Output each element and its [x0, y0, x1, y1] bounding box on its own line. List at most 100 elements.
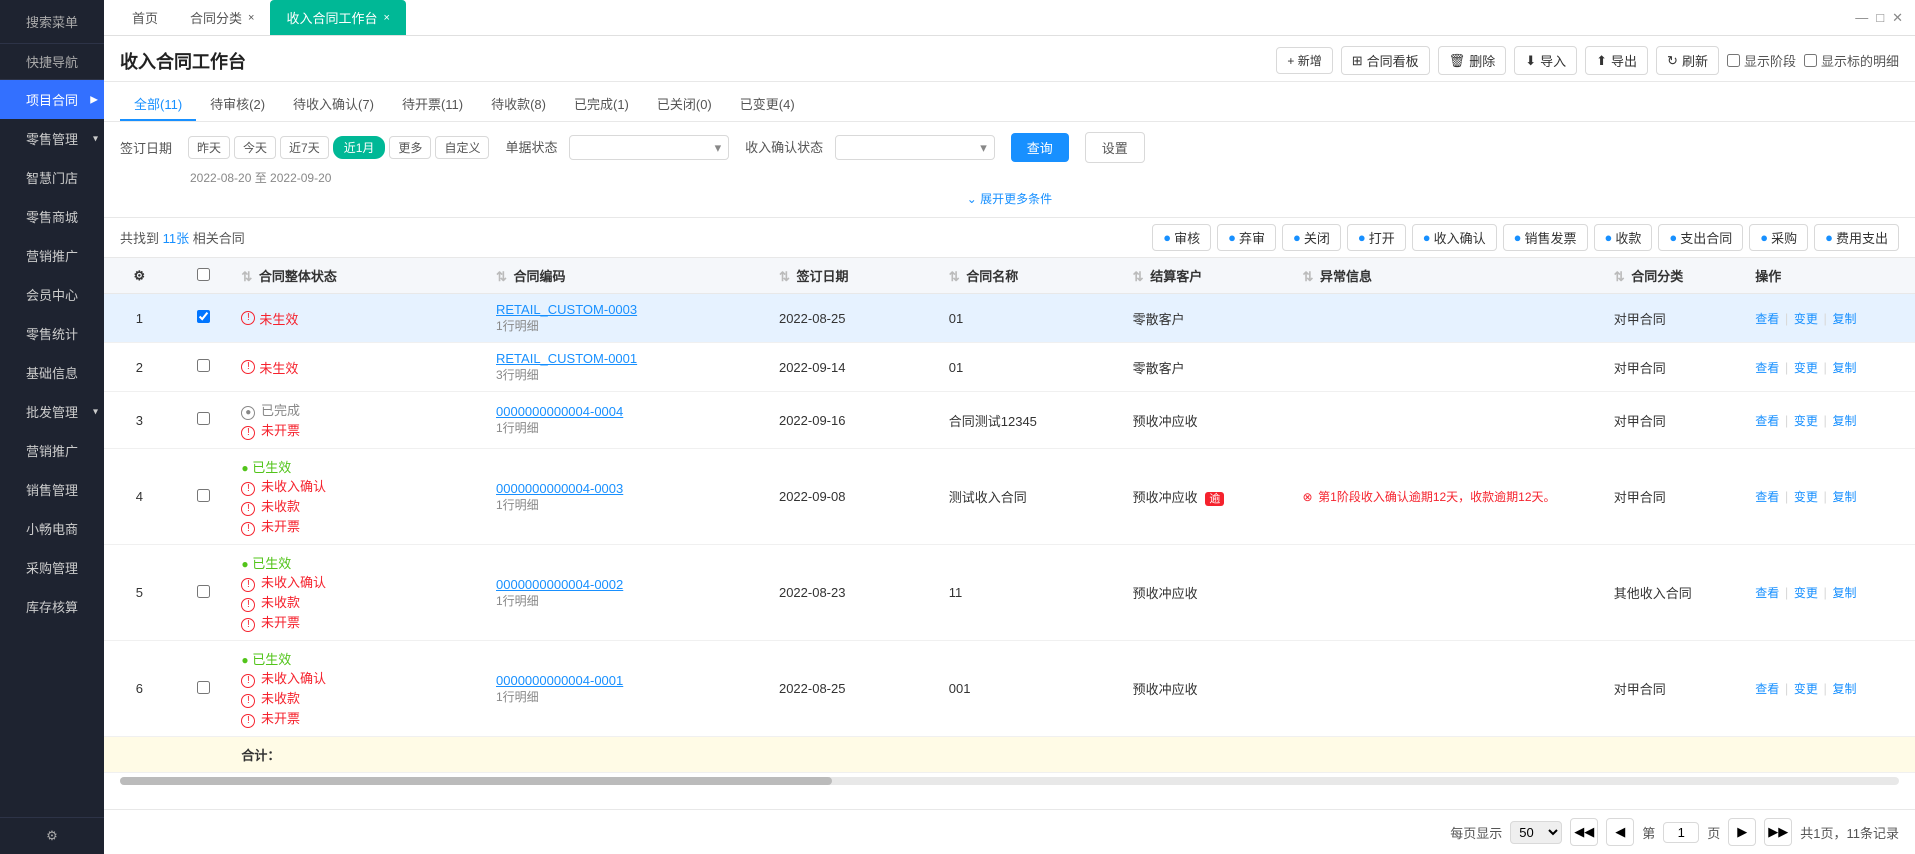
sidebar-item-member[interactable]: 会员中心 [0, 275, 104, 314]
expense-button[interactable]: ● 费用支出 [1814, 224, 1899, 251]
maximize-button[interactable]: □ [1876, 10, 1884, 26]
minimize-button[interactable]: — [1855, 10, 1868, 26]
doc-status-select[interactable] [569, 135, 729, 160]
sidebar-item-mkt2[interactable]: 营销推广 [0, 431, 104, 470]
sidebar-item-purchase[interactable]: 采购管理 [0, 548, 104, 587]
sidebar-item-retail[interactable]: 零售管理 ▾ [0, 119, 104, 158]
filter-tab-completed[interactable]: 已完成(1) [560, 88, 643, 121]
filter-tab-all[interactable]: 全部(11) [120, 88, 196, 121]
setting-button[interactable]: 设置 [1085, 132, 1145, 163]
view-link[interactable]: 查看 [1755, 312, 1779, 326]
page-number-input[interactable] [1663, 822, 1699, 843]
view-link[interactable]: 查看 [1755, 361, 1779, 375]
sidebar-item-stats[interactable]: 零售统计 [0, 314, 104, 353]
contract-code-link[interactable]: RETAIL_CUSTOM-0001 [496, 351, 637, 366]
contract-code-link[interactable]: 0000000000004-0002 [496, 577, 623, 592]
show-details-checkbox[interactable]: 显示标的明细 [1804, 51, 1899, 70]
scrollbar-thumb[interactable] [120, 777, 832, 785]
delete-button[interactable]: 🗑 删除 [1438, 46, 1507, 75]
row-checkbox[interactable] [175, 545, 232, 641]
edit-link[interactable]: 变更 [1794, 414, 1818, 428]
search-button[interactable]: 查询 [1011, 133, 1069, 162]
export-button[interactable]: ⬆ 导出 [1585, 46, 1648, 75]
contract-code-link[interactable]: RETAIL_CUSTOM-0003 [496, 302, 637, 317]
contract-board-button[interactable]: ⊞ 合同看板 [1341, 46, 1430, 75]
filter-tab-pending-invoice[interactable]: 待开票(11) [388, 88, 477, 121]
view-link[interactable]: 查看 [1755, 586, 1779, 600]
today-btn[interactable]: 今天 [234, 136, 276, 159]
income-confirm-button[interactable]: ● 收入确认 [1412, 224, 1497, 251]
row-checkbox[interactable] [175, 294, 232, 343]
row-checkbox[interactable] [175, 641, 232, 737]
expenditure-button[interactable]: ● 支出合同 [1658, 224, 1743, 251]
custom-btn[interactable]: 自定义 [435, 136, 489, 159]
view-link[interactable]: 查看 [1755, 414, 1779, 428]
tab-contract-category[interactable]: 合同分类 × [174, 0, 270, 35]
sidebar-item-basic[interactable]: 基础信息 [0, 353, 104, 392]
abandon-button[interactable]: ● 弃审 [1217, 224, 1276, 251]
edit-link[interactable]: 变更 [1794, 586, 1818, 600]
edit-link[interactable]: 变更 [1794, 490, 1818, 504]
sidebar-item-sales[interactable]: 销售管理 [0, 470, 104, 509]
copy-link[interactable]: 复制 [1833, 312, 1857, 326]
close-icon[interactable]: × [248, 12, 254, 24]
sidebar-item-wholesale[interactable]: 批发管理 ▾ [0, 392, 104, 431]
prev-page-button[interactable]: ◀ [1606, 818, 1634, 846]
filter-tab-pending-confirm[interactable]: 待收入确认(7) [279, 88, 388, 121]
close-contract-button[interactable]: ● 关闭 [1282, 224, 1341, 251]
sidebar-item-smart-store[interactable]: 智慧门店 [0, 158, 104, 197]
filter-tab-pending-payment[interactable]: 待收款(8) [477, 88, 560, 121]
copy-link[interactable]: 复制 [1833, 361, 1857, 375]
filter-tab-closed[interactable]: 已关闭(0) [643, 88, 726, 121]
contract-code-link[interactable]: 0000000000004-0003 [496, 481, 623, 496]
contract-code-link[interactable]: 0000000000004-0001 [496, 673, 623, 688]
close-icon[interactable]: × [383, 12, 389, 24]
row-checkbox[interactable] [175, 392, 232, 449]
edit-link[interactable]: 变更 [1794, 682, 1818, 696]
view-link[interactable]: 查看 [1755, 682, 1779, 696]
sidebar-nav[interactable]: 快捷导航 [0, 44, 104, 80]
purchase-button[interactable]: ● 采购 [1749, 224, 1808, 251]
col-header-gear[interactable]: ⚙ [104, 258, 175, 294]
filter-tab-changed[interactable]: 已变更(4) [726, 88, 809, 121]
per-page-select[interactable]: 50 100 [1510, 821, 1562, 844]
print-button[interactable]: ● 打开 [1347, 224, 1406, 251]
contract-code-link[interactable]: 0000000000004-0004 [496, 404, 623, 419]
horizontal-scrollbar[interactable] [104, 773, 1915, 789]
col-header-check[interactable] [175, 258, 232, 294]
view-link[interactable]: 查看 [1755, 490, 1779, 504]
last1month-btn[interactable]: 近1月 [333, 136, 386, 159]
first-page-button[interactable]: ◀◀ [1570, 818, 1598, 846]
show-stages-checkbox[interactable]: 显示阶段 [1727, 51, 1796, 70]
sidebar-item-online-store[interactable]: 零售商城 [0, 197, 104, 236]
income-confirm-select[interactable] [835, 135, 995, 160]
last-page-button[interactable]: ▶▶ [1764, 818, 1792, 846]
expand-conditions-btn[interactable]: ⌄ 展开更多条件 [959, 188, 1060, 210]
sales-invoice-button[interactable]: ● 销售发票 [1503, 224, 1588, 251]
collect-button[interactable]: ● 收款 [1594, 224, 1653, 251]
tab-income-workbench[interactable]: 收入合同工作台 × [270, 0, 405, 35]
sidebar-search[interactable]: 搜索菜单 [0, 0, 104, 44]
filter-tab-pending-audit[interactable]: 待审核(2) [196, 88, 279, 121]
edit-link[interactable]: 变更 [1794, 312, 1818, 326]
new-button[interactable]: + 新增 [1276, 47, 1332, 74]
sidebar-item-project[interactable]: 项目合同 ▶ [0, 80, 104, 119]
import-button[interactable]: ⬇ 导入 [1514, 46, 1577, 75]
row-checkbox[interactable] [175, 449, 232, 545]
copy-link[interactable]: 复制 [1833, 682, 1857, 696]
close-window-button[interactable]: ✕ [1892, 10, 1903, 26]
yesterday-btn[interactable]: 昨天 [188, 136, 230, 159]
next-page-button[interactable]: ▶ [1728, 818, 1756, 846]
settings-icon[interactable]: ⚙ [0, 817, 104, 854]
gear-icon[interactable]: ⚙ [134, 268, 146, 283]
copy-link[interactable]: 复制 [1833, 490, 1857, 504]
row-checkbox[interactable] [175, 343, 232, 392]
tab-home[interactable]: 首页 [116, 0, 174, 35]
refresh-button[interactable]: ↻ 刷新 [1656, 46, 1719, 75]
edit-link[interactable]: 变更 [1794, 361, 1818, 375]
sidebar-item-inventory[interactable]: 库存核算 [0, 587, 104, 626]
last7-btn[interactable]: 近7天 [280, 136, 329, 159]
audit-button[interactable]: ● 审核 [1152, 224, 1211, 251]
copy-link[interactable]: 复制 [1833, 414, 1857, 428]
more-btn[interactable]: 更多 [389, 136, 431, 159]
